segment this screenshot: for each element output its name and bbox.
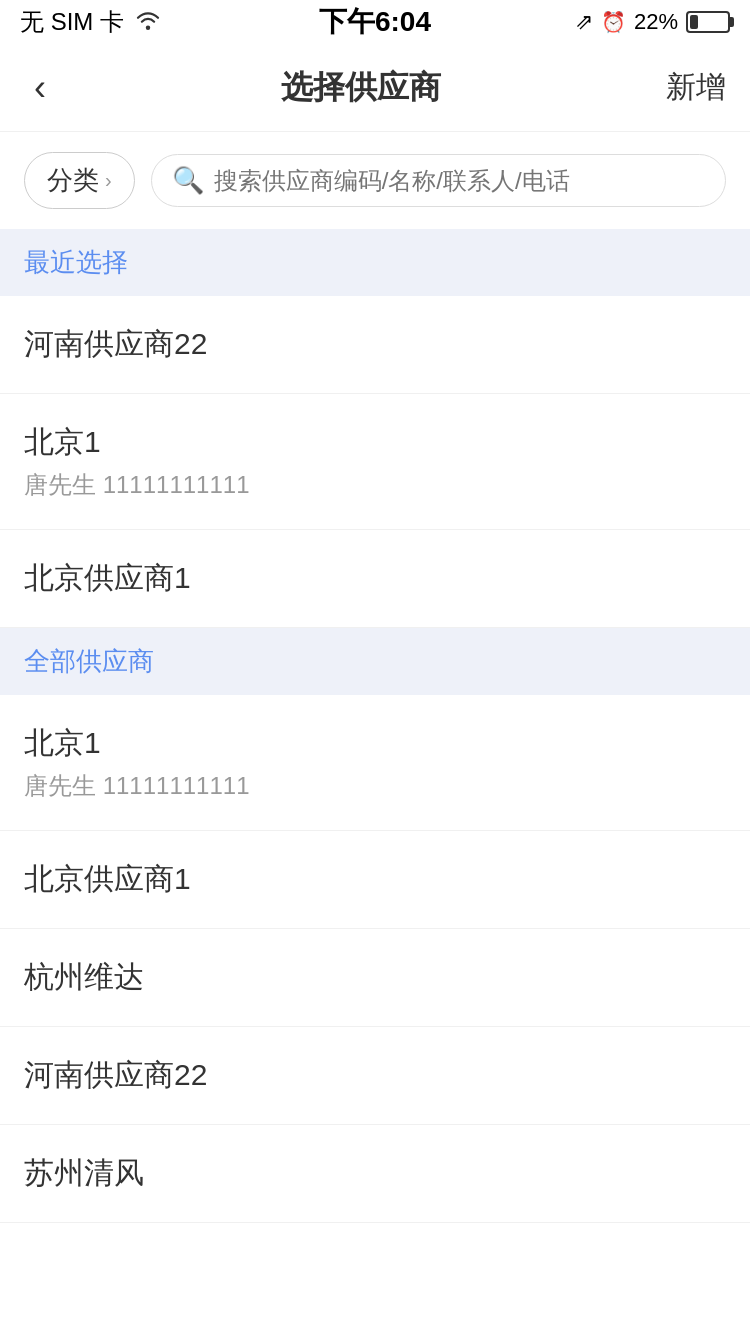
- chevron-right-icon: ›: [105, 169, 112, 192]
- search-box[interactable]: 🔍: [151, 154, 726, 207]
- list-item-1-3[interactable]: 河南供应商22: [0, 1027, 750, 1125]
- add-button[interactable]: 新增: [666, 67, 726, 108]
- list-item-name-0-1: 北京1: [24, 422, 726, 463]
- list-item-name-1-2: 杭州维达: [24, 957, 726, 998]
- sections-container: 最近选择河南供应商22 北京1 唐先生 11111111111 北京供应商1 全部供应商…: [0, 229, 750, 1223]
- list-item-1-1[interactable]: 北京供应商1: [0, 831, 750, 929]
- category-label: 分类: [47, 163, 99, 198]
- nav-bar: ‹ 选择供应商 新增: [0, 44, 750, 132]
- search-icon: 🔍: [172, 165, 204, 196]
- list-item-name-1-0: 北京1: [24, 723, 726, 764]
- list-item-name-0-2: 北京供应商1: [24, 558, 726, 599]
- battery-percent: 22%: [634, 9, 678, 35]
- status-carrier: 无 SIM 卡: [20, 6, 162, 38]
- list-item-0-0[interactable]: 河南供应商22: [0, 296, 750, 394]
- page-title: 选择供应商: [281, 66, 441, 110]
- status-right: ⇗ ⏰ 22%: [575, 9, 730, 35]
- list-item-name-1-1: 北京供应商1: [24, 859, 726, 900]
- list-item-1-2[interactable]: 杭州维达: [0, 929, 750, 1027]
- list-item-name-1-3: 河南供应商22: [24, 1055, 726, 1096]
- location-icon: ⇗: [575, 9, 593, 35]
- section-header-1: 全部供应商: [0, 628, 750, 695]
- list-item-name-1-4: 苏州清风: [24, 1153, 726, 1194]
- list-item-1-4[interactable]: 苏州清风: [0, 1125, 750, 1223]
- alarm-icon: ⏰: [601, 10, 626, 34]
- status-time: 下午6:04: [319, 3, 431, 41]
- section-header-0: 最近选择: [0, 229, 750, 296]
- back-button[interactable]: ‹: [24, 57, 56, 119]
- list-item-sub-1-0: 唐先生 11111111111: [24, 770, 726, 802]
- wifi-icon: [134, 8, 162, 36]
- list-item-1-0[interactable]: 北京1 唐先生 11111111111: [0, 695, 750, 831]
- list-item-0-1[interactable]: 北京1 唐先生 11111111111: [0, 394, 750, 530]
- battery-icon: [686, 11, 730, 33]
- list-item-name-0-0: 河南供应商22: [24, 324, 726, 365]
- list-item-sub-0-1: 唐先生 11111111111: [24, 469, 726, 501]
- search-input[interactable]: [214, 167, 705, 195]
- list-item-0-2[interactable]: 北京供应商1: [0, 530, 750, 628]
- filter-bar: 分类 › 🔍: [0, 132, 750, 229]
- category-button[interactable]: 分类 ›: [24, 152, 135, 209]
- status-bar: 无 SIM 卡 下午6:04 ⇗ ⏰ 22%: [0, 0, 750, 44]
